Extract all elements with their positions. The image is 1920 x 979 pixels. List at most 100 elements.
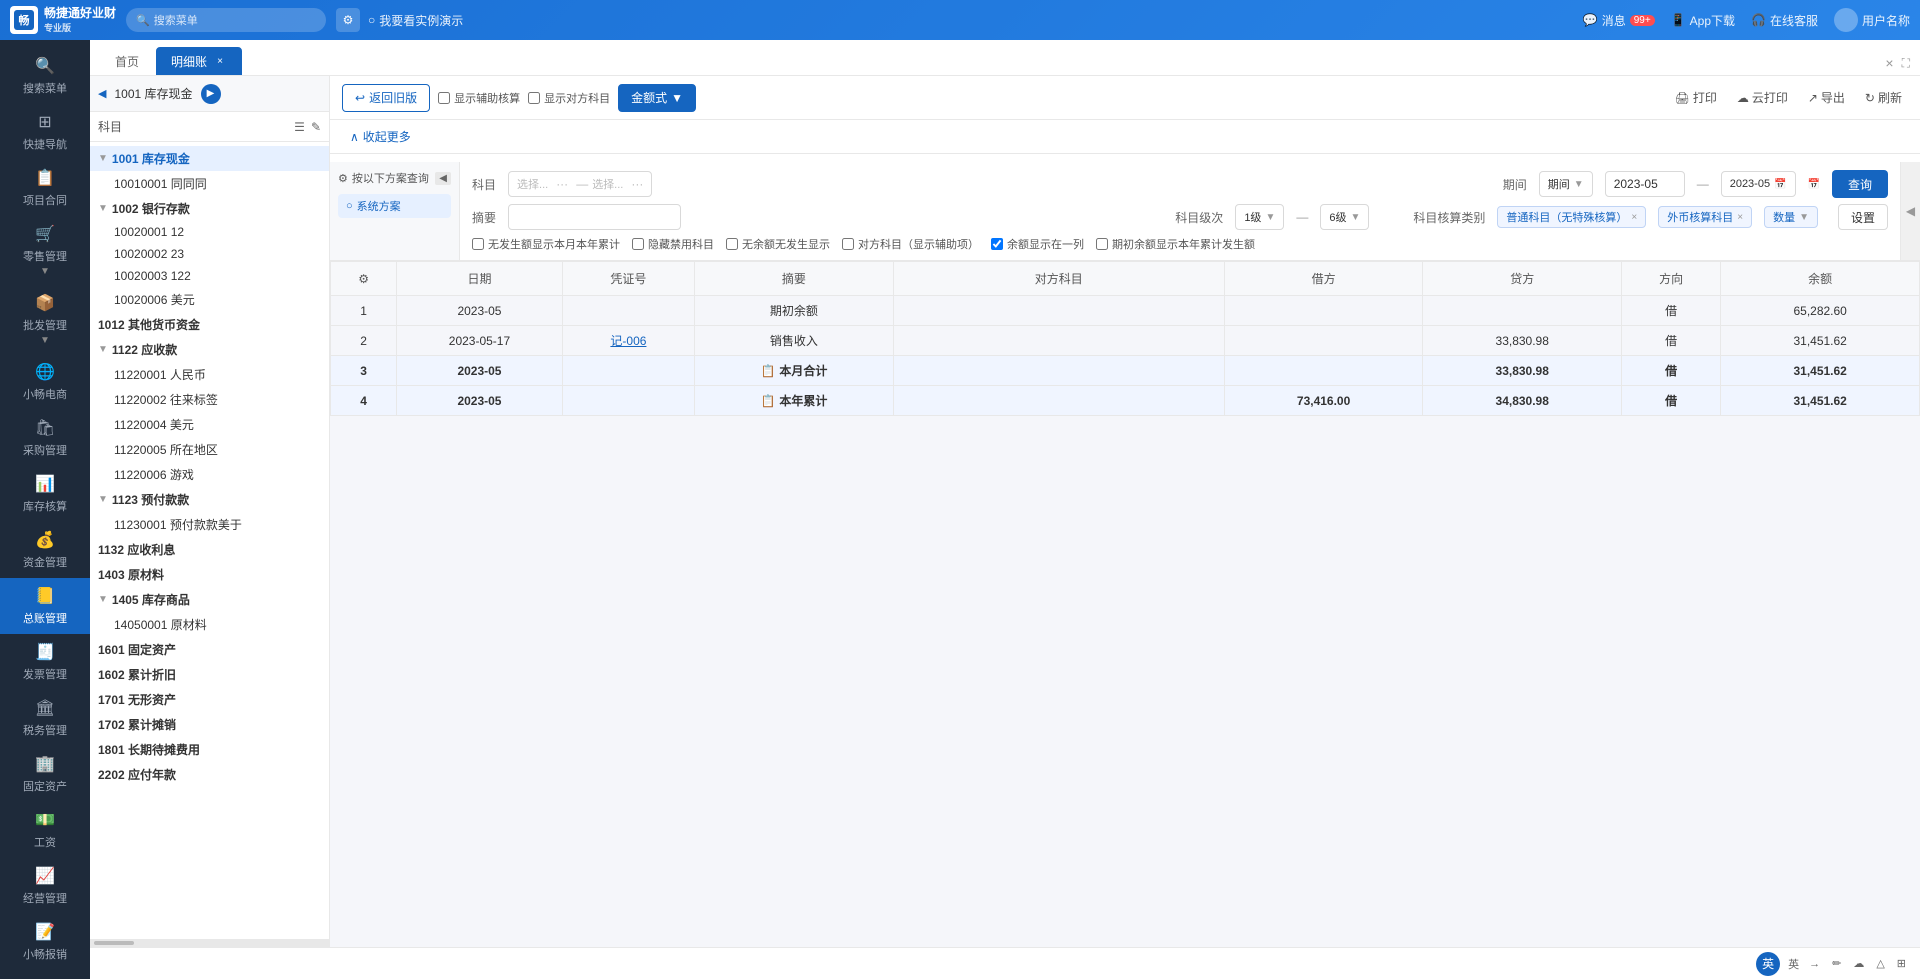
checkbox6[interactable]: 期初余额显示本年累计发生额	[1096, 236, 1255, 252]
online-service-btn[interactable]: 🎧 在线客服	[1751, 12, 1818, 29]
lang-btn[interactable]: 英	[1756, 952, 1780, 976]
checkbox4[interactable]: 对方科目（显示辅助项）	[842, 236, 979, 252]
account-item-1001[interactable]: ▼ 1001 库存现金	[90, 146, 329, 171]
account-item-10010001[interactable]: 10010001 同同同	[90, 171, 329, 196]
level-to-select[interactable]: 6级 ▼	[1320, 204, 1369, 230]
table-scroll[interactable]: ⚙ 日期 凭证号 摘要	[330, 261, 1920, 947]
edit-status-icon[interactable]: ✏	[1830, 955, 1843, 972]
account-item-1702[interactable]: 1702 累计摊销	[90, 712, 329, 737]
checkbox1[interactable]: 无发生额显示本月本年累计	[472, 236, 620, 252]
arrow-icon[interactable]: →	[1807, 956, 1822, 972]
summary-input[interactable]	[508, 204, 681, 230]
window-close-btn[interactable]: ×	[1885, 55, 1893, 71]
window-maximize-btn[interactable]: ⛶	[1902, 56, 1910, 71]
account-item-1012[interactable]: 1012 其他货币资金	[90, 312, 329, 337]
sidebar-item-payroll[interactable]: 💵 工资	[0, 802, 90, 858]
account-item-11220001[interactable]: 11220001 人民币	[90, 362, 329, 387]
print-btn[interactable]: 🖨 打印	[1669, 87, 1723, 108]
settings-icon[interactable]: ⚙	[336, 8, 360, 32]
account-item-1405[interactable]: ▼ 1405 库存商品	[90, 587, 329, 612]
forward-btn[interactable]: ▶	[201, 84, 221, 104]
grid-icon[interactable]: ⊞	[1895, 955, 1908, 972]
sidebar-item-invoice[interactable]: 🧾 发票管理	[0, 634, 90, 690]
menu-search[interactable]: 🔍 搜索菜单	[126, 8, 326, 32]
sidebar-item-basic[interactable]: ℹ 基础信息	[0, 970, 90, 979]
message-btn[interactable]: 💬 消息 99+	[1583, 12, 1655, 29]
checkbox2[interactable]: 隐藏禁用科目	[632, 236, 714, 252]
account-item-1132[interactable]: 1132 应收利息	[90, 537, 329, 562]
account-item-11220005[interactable]: 11220005 所在地区	[90, 437, 329, 462]
cloud-icon[interactable]: ☁	[1851, 955, 1866, 972]
tab-ledger[interactable]: 明细账 ×	[156, 47, 242, 75]
tag-foreign-close[interactable]: ×	[1737, 212, 1743, 223]
cloud-print-btn[interactable]: ☁ 云打印	[1731, 87, 1794, 108]
return-old-btn[interactable]: ↩ 返回旧版	[342, 84, 430, 112]
show-auxiliary-checkbox[interactable]: 显示辅助核算	[438, 90, 520, 106]
account-select[interactable]: 选择... ··· — 选择... ···	[508, 171, 652, 197]
account-item-10020001[interactable]: 10020001 12	[90, 221, 329, 243]
checkbox2-input[interactable]	[632, 238, 644, 250]
refresh-btn[interactable]: ↻ 刷新	[1859, 87, 1908, 108]
settings-btn-small[interactable]: 设置	[1838, 204, 1888, 230]
tab-home[interactable]: 首页	[100, 47, 154, 75]
account-item-1002[interactable]: ▼ 1002 银行存款	[90, 196, 329, 221]
query-btn[interactable]: 查询	[1832, 170, 1888, 198]
demo-link[interactable]: ○ 我要看实例演示	[368, 12, 463, 29]
sidebar-item-retail[interactable]: 🛒 零售管理 ▼	[0, 216, 90, 285]
account-item-11220002[interactable]: 11220002 往来标签	[90, 387, 329, 412]
show-counterpart-input[interactable]	[528, 92, 540, 104]
tag-normal-close[interactable]: ×	[1631, 212, 1637, 223]
checkbox4-input[interactable]	[842, 238, 854, 250]
checkbox3[interactable]: 无余额无发生显示	[726, 236, 830, 252]
horizontal-scrollbar[interactable]	[90, 939, 329, 947]
export-btn[interactable]: ↗ 导出	[1802, 87, 1851, 108]
sidebar-item-inventory[interactable]: 📊 库存核算	[0, 466, 90, 522]
account-item-10020003[interactable]: 10020003 122	[90, 265, 329, 287]
checkbox6-input[interactable]	[1096, 238, 1108, 250]
account-item-10020006[interactable]: 10020006 美元	[90, 287, 329, 312]
sidebar-item-tax[interactable]: 🏛 税务管理	[0, 690, 90, 746]
period-to-input-wrap[interactable]: 2023-05 📅	[1721, 171, 1796, 197]
checkbox5-input[interactable]	[991, 238, 1003, 250]
row2-voucher[interactable]: 记-006	[562, 326, 694, 356]
account-item-10020002[interactable]: 10020002 23	[90, 243, 329, 265]
account-item-1701[interactable]: 1701 无形资产	[90, 687, 329, 712]
app-download-btn[interactable]: 📱 App下载	[1671, 12, 1735, 29]
checkbox5[interactable]: 余额显示在一列	[991, 236, 1084, 252]
checkbox1-input[interactable]	[472, 238, 484, 250]
more-btn[interactable]: ∧ 收起更多	[342, 124, 419, 149]
collapse-panel-btn[interactable]: ◀	[435, 172, 451, 185]
col-settings[interactable]: ⚙	[331, 262, 397, 296]
period-to-calendar[interactable]: 📅	[1808, 179, 1820, 190]
side-arrow[interactable]: ◀	[1900, 162, 1920, 260]
system-scheme-btn[interactable]: ○ 系统方案	[338, 194, 451, 218]
user-profile[interactable]: 用户名称	[1834, 8, 1910, 32]
tab-close-btn[interactable]: ×	[213, 54, 227, 68]
account-item-11230001[interactable]: 11230001 预付款款美于	[90, 512, 329, 537]
account-item-1602[interactable]: 1602 累计折旧	[90, 662, 329, 687]
level-from-select[interactable]: 1级 ▼	[1235, 204, 1284, 230]
upload-icon[interactable]: △	[1874, 955, 1886, 972]
show-counterpart-checkbox[interactable]: 显示对方科目	[528, 90, 610, 106]
lang-toggle[interactable]: 英	[1788, 956, 1799, 972]
account-item-11220006[interactable]: 11220006 游戏	[90, 462, 329, 487]
sidebar-item-fixed-assets[interactable]: 🏢 固定资产	[0, 746, 90, 802]
checkbox3-input[interactable]	[726, 238, 738, 250]
edit-icon[interactable]: ✎	[311, 120, 321, 134]
tag-normal[interactable]: 普通科目（无特殊核算） ×	[1497, 206, 1646, 228]
sidebar-item-ecommerce[interactable]: 🌐 小畅电商	[0, 354, 90, 410]
period-from-input[interactable]	[1605, 171, 1685, 197]
account-item-14050001[interactable]: 14050001 原材料	[90, 612, 329, 637]
amount-format-btn[interactable]: 金额式 ▼	[618, 84, 696, 112]
account-item-11220004[interactable]: 11220004 美元	[90, 412, 329, 437]
sidebar-item-search[interactable]: 🔍 搜索菜单	[0, 48, 90, 104]
tag-quantity[interactable]: 数量 ▼	[1764, 206, 1818, 228]
period-type-select[interactable]: 期间 ▼	[1539, 171, 1593, 197]
account-item-1123[interactable]: ▼ 1123 预付款款	[90, 487, 329, 512]
sidebar-item-ledger[interactable]: 📒 总账管理	[0, 578, 90, 634]
account-item-1403[interactable]: 1403 原材料	[90, 562, 329, 587]
account-item-2202[interactable]: 2202 应付年款	[90, 762, 329, 787]
sidebar-item-purchase[interactable]: 🛍 采购管理	[0, 410, 90, 466]
list-view-icon[interactable]: ☰	[294, 120, 305, 134]
voucher-link[interactable]: 记-006	[610, 334, 646, 348]
